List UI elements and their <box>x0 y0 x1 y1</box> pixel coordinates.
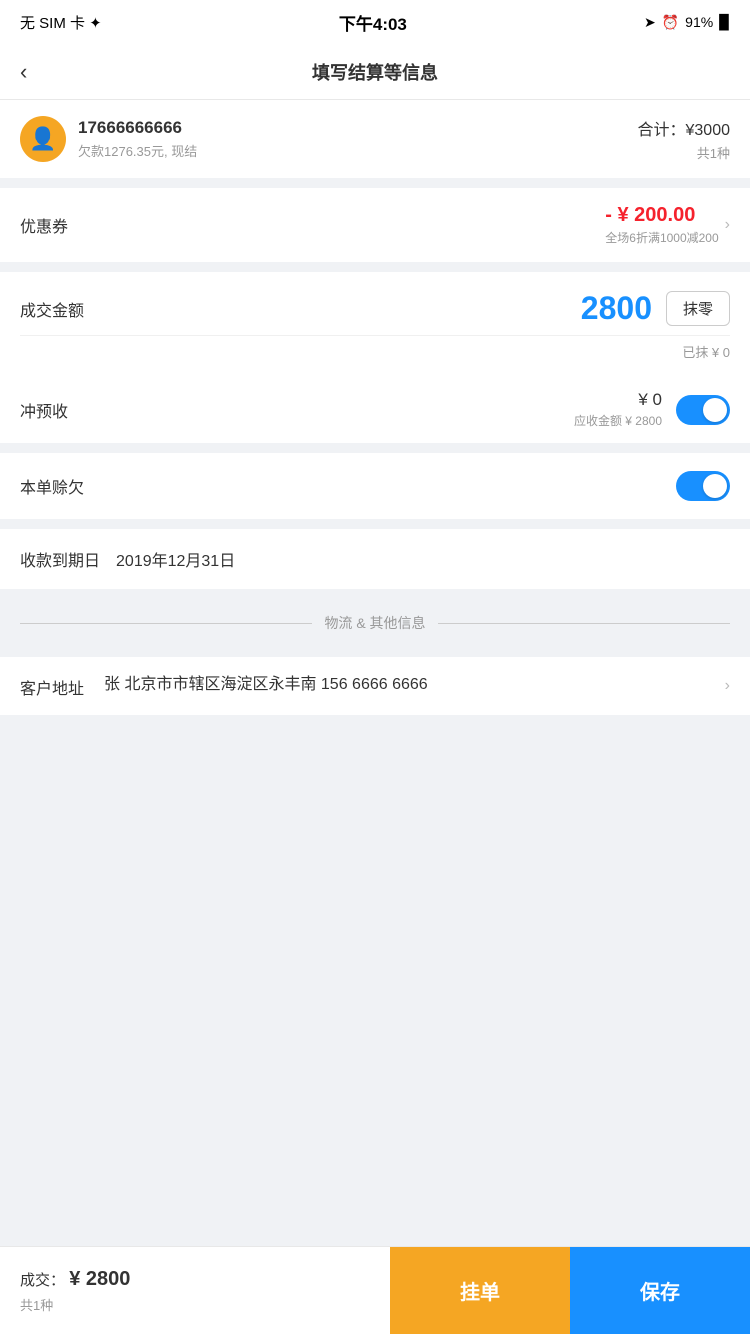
hang-button[interactable]: 挂单 <box>390 1247 570 1334</box>
customer-phone: 17666666666 <box>78 118 197 138</box>
address-chevron-icon: › <box>725 677 730 695</box>
due-date-label: 收款到期日 <box>20 547 100 571</box>
divider-line-right <box>438 623 730 624</box>
coupon-label: 优惠券 <box>20 213 68 237</box>
bottom-actions: 挂单 保存 <box>390 1247 750 1334</box>
customer-info: 17666666666 欠款1276.35元, 现结 <box>78 118 197 160</box>
logistics-divider: 物流 & 其他信息 <box>0 599 750 647</box>
customer-right: 合计：¥3000 共1种 <box>638 116 731 162</box>
bottom-deal-amount: ¥ 2800 <box>69 1268 130 1290</box>
status-right: ➤ ⏰ 91% ▉ <box>644 14 730 31</box>
alarm-icon: ⏰ <box>662 14 679 31</box>
round-zero-button[interactable]: 抹零 <box>666 291 730 326</box>
back-button[interactable]: ‹ <box>20 59 27 85</box>
customer-row: 👤 17666666666 欠款1276.35元, 现结 合计：¥3000 共1… <box>0 100 750 178</box>
due-date-value: 2019年12月31日 <box>116 547 235 571</box>
deal-amount-right: 2800 抹零 <box>581 290 730 327</box>
debt-row: 本单赊欠 <box>20 453 730 519</box>
precollect-value: ¥ 0 <box>574 390 662 410</box>
address-section[interactable]: 客户地址 张 北京市市辖区海淀区永丰南 156 6666 6666 › <box>0 657 750 715</box>
precollect-sub: 应收金额 ¥ 2800 <box>574 412 662 429</box>
bottom-count: 共1种 <box>20 1295 370 1314</box>
deal-sub-row: 已抹 ¥ 0 <box>20 336 730 376</box>
customer-count: 共1种 <box>638 143 731 162</box>
deal-section: 成交金额 2800 抹零 已抹 ¥ 0 冲预收 ¥ 0 应收金额 ¥ 2800 <box>0 272 750 443</box>
coupon-chevron-icon: › <box>725 216 730 234</box>
customer-left: 👤 17666666666 欠款1276.35元, 现结 <box>20 116 197 162</box>
coupon-amount: - ¥ 200.00 <box>605 204 695 226</box>
status-time: 下午4:03 <box>339 10 407 35</box>
bottom-deal-row: 成交： ¥ 2800 <box>20 1268 370 1291</box>
empty-area <box>0 725 750 925</box>
logistics-divider-text: 物流 & 其他信息 <box>324 613 425 633</box>
coupon-row[interactable]: 优惠券 - ¥ 200.00 全场6折满1000减200 › <box>0 188 750 262</box>
divider-line-left <box>20 623 312 624</box>
avatar: 👤 <box>20 116 66 162</box>
deal-amount-value: 2800 <box>581 290 652 327</box>
status-left: 无 SIM 卡 ✦ <box>20 12 102 33</box>
debt-label: 本单赊欠 <box>20 474 84 498</box>
precollect-label: 冲预收 <box>20 398 68 422</box>
precollect-row: 冲预收 ¥ 0 应收金额 ¥ 2800 <box>20 376 730 443</box>
deal-amount-label: 成交金额 <box>20 297 84 321</box>
bottom-summary: 成交： ¥ 2800 共1种 <box>0 1268 390 1314</box>
address-label: 客户地址 <box>20 675 84 699</box>
debt-section: 本单赊欠 <box>0 453 750 519</box>
coupon-right: - ¥ 200.00 全场6折满1000减200 › <box>605 204 730 246</box>
precollect-right: ¥ 0 应收金额 ¥ 2800 <box>574 390 730 429</box>
page-content: 👤 17666666666 欠款1276.35元, 现结 合计：¥3000 共1… <box>0 100 750 1025</box>
deal-sub-text: 已抹 ¥ 0 <box>682 345 730 360</box>
status-bar: 无 SIM 卡 ✦ 下午4:03 ➤ ⏰ 91% ▉ <box>0 0 750 44</box>
debt-toggle[interactable] <box>676 471 730 501</box>
avatar-icon: 👤 <box>29 126 56 152</box>
sim-label: 无 SIM 卡 ✦ <box>20 12 102 33</box>
save-button[interactable]: 保存 <box>570 1247 750 1334</box>
due-date-row: 收款到期日 2019年12月31日 <box>20 529 730 589</box>
precollect-toggle[interactable] <box>676 395 730 425</box>
due-date-section: 收款到期日 2019年12月31日 <box>0 529 750 589</box>
precollect-amount: ¥ 0 应收金额 ¥ 2800 <box>574 390 662 429</box>
coupon-desc: 全场6折满1000减200 <box>605 229 718 246</box>
battery-icon: ▉ <box>719 14 730 31</box>
battery-label: 91% <box>685 14 713 30</box>
customer-debt: 欠款1276.35元, 现结 <box>78 141 197 160</box>
address-value: 张 北京市市辖区海淀区永丰南 156 6666 6666 <box>104 673 715 697</box>
bottom-deal-label: 成交： <box>20 1272 65 1289</box>
nav-bar: ‹ 填写结算等信息 <box>0 44 750 100</box>
page-title: 填写结算等信息 <box>312 59 438 85</box>
deal-amount-row: 成交金额 2800 抹零 <box>20 272 730 336</box>
bottom-bar: 成交： ¥ 2800 共1种 挂单 保存 <box>0 1246 750 1334</box>
location-icon: ➤ <box>644 14 656 31</box>
customer-total: 合计：¥3000 <box>638 116 731 140</box>
